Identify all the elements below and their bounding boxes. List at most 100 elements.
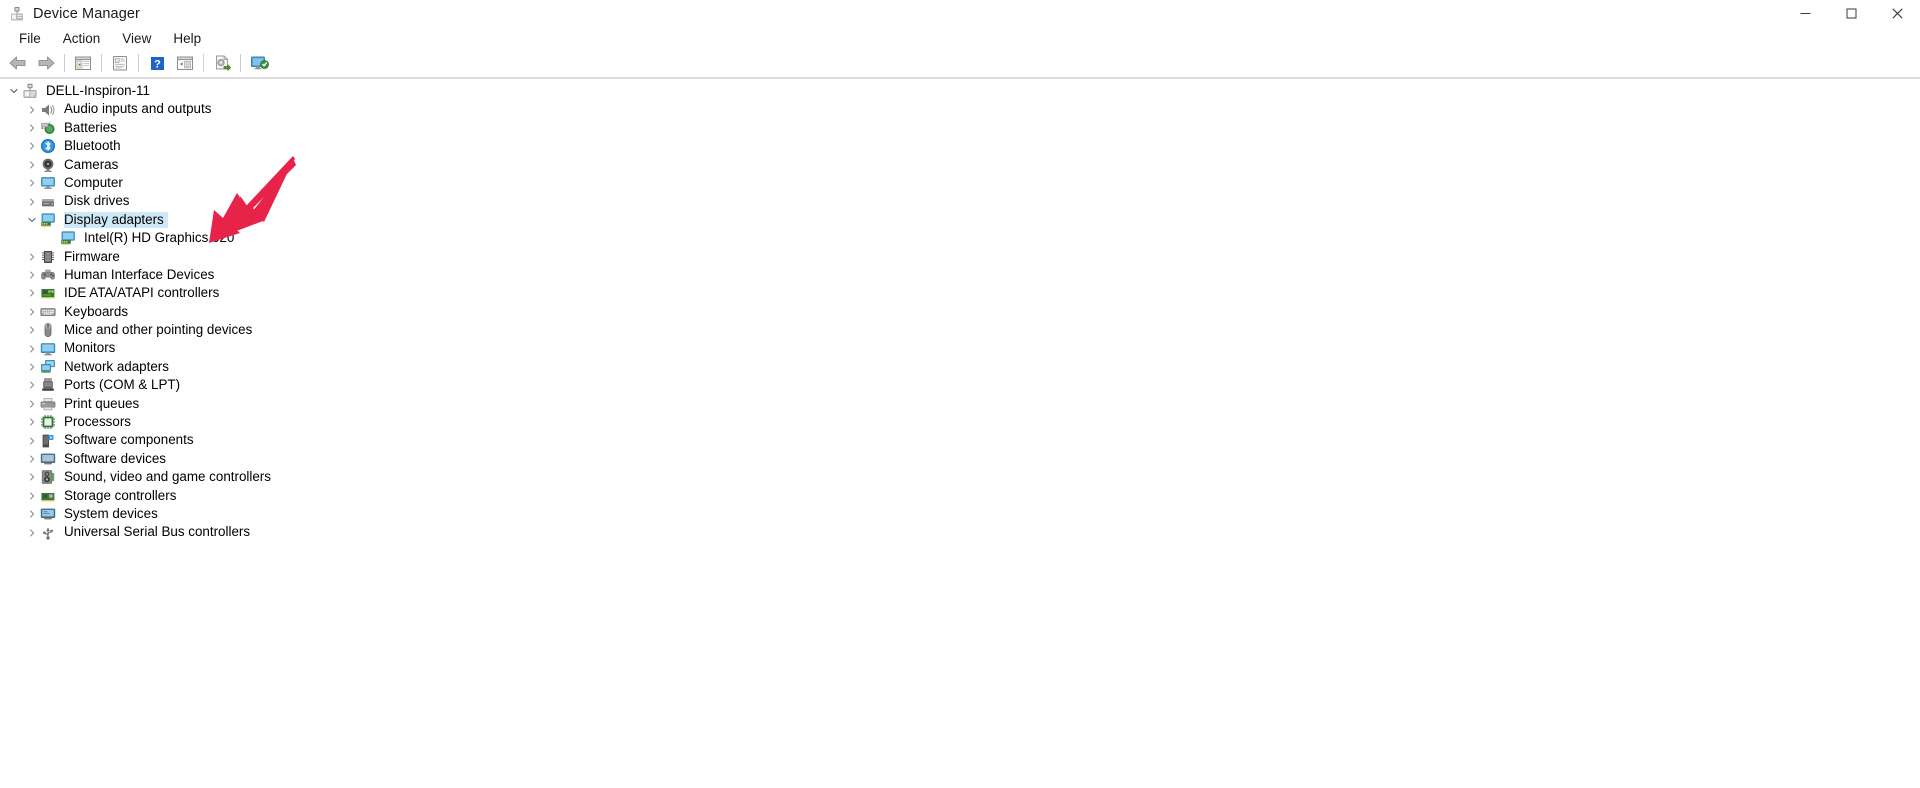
minimize-button[interactable]	[1782, 0, 1828, 27]
display-devices-button[interactable]	[245, 51, 273, 75]
tree-row-software-devices[interactable]: Software devices	[0, 450, 1920, 468]
tree-item-label: Print queues	[64, 395, 140, 411]
chevron-right-icon[interactable]	[24, 395, 40, 413]
chevron-right-icon[interactable]	[24, 413, 40, 431]
menu-bar: File Action View Help	[0, 27, 1920, 49]
display-adapter-icon	[40, 212, 56, 228]
chevron-right-icon[interactable]	[24, 303, 40, 321]
tree-item-label: Keyboards	[64, 303, 129, 319]
tree-row-software-components[interactable]: Software components	[0, 431, 1920, 449]
tree-row-firmware[interactable]: Firmware	[0, 248, 1920, 266]
tree-row-ide-ata-atapi-controllers[interactable]: IDE ATA/ATAPI controllers	[0, 284, 1920, 302]
title-bar: Device Manager	[0, 0, 1920, 27]
chevron-right-icon[interactable]	[24, 340, 40, 358]
tree-label-wrap: Computer	[64, 175, 127, 191]
tree-row-computer[interactable]: Computer	[0, 174, 1920, 192]
tree-label-wrap: Network adapters	[64, 359, 173, 375]
toolbar-separator	[138, 54, 139, 72]
computer-icon	[40, 175, 56, 191]
chevron-right-icon[interactable]	[24, 468, 40, 486]
properties-button[interactable]	[106, 51, 134, 75]
tree-label-wrap: Monitors	[64, 340, 119, 356]
network-adapter-icon	[40, 359, 56, 375]
toolbar: ?	[0, 49, 1920, 78]
chevron-right-icon[interactable]	[24, 248, 40, 266]
tree-row-display-adapters[interactable]: Display adapters	[0, 211, 1920, 229]
back-button[interactable]	[4, 51, 32, 75]
tree-item-label: Ports (COM & LPT)	[64, 377, 181, 393]
scan-changes-icon	[176, 55, 194, 72]
tree-item-label: Bluetooth	[64, 138, 121, 154]
scan-hardware-changes-button[interactable]	[171, 51, 199, 75]
svg-text:?: ?	[154, 58, 161, 70]
tree-row-print-queues[interactable]: Print queues	[0, 395, 1920, 413]
properties-icon	[111, 55, 129, 72]
toolbar-separator	[240, 54, 241, 72]
software-component-icon	[40, 433, 56, 449]
menu-action[interactable]: Action	[52, 29, 112, 48]
tree-row-monitors[interactable]: Monitors	[0, 339, 1920, 357]
display-monitor-icon	[250, 55, 269, 72]
tree-row-mice-and-other-pointing-devices[interactable]: Mice and other pointing devices	[0, 321, 1920, 339]
tree-row-batteries[interactable]: Batteries	[0, 119, 1920, 137]
chevron-right-icon[interactable]	[24, 321, 40, 339]
menu-view[interactable]: View	[111, 29, 162, 48]
processor-icon	[40, 414, 56, 430]
tree-row-sound-video-and-game-controllers[interactable]: Sound, video and game controllers	[0, 468, 1920, 486]
caption-buttons	[1782, 0, 1920, 27]
chevron-down-icon[interactable]	[24, 211, 40, 229]
chevron-right-icon[interactable]	[24, 119, 40, 137]
menu-help[interactable]: Help	[162, 29, 212, 48]
tree-row-root[interactable]: DELL-Inspiron-11	[0, 82, 1920, 100]
help-button[interactable]: ?	[143, 51, 171, 75]
tree-label-wrap: Sound, video and game controllers	[64, 469, 275, 485]
tree-label-wrap: System devices	[64, 506, 162, 522]
forward-arrow-icon	[36, 54, 56, 72]
tree-row-bluetooth[interactable]: Bluetooth	[0, 137, 1920, 155]
update-driver-button[interactable]	[208, 51, 236, 75]
tree-item-label: Batteries	[64, 119, 117, 135]
tree-item-label: IDE ATA/ATAPI controllers	[64, 285, 220, 301]
tree-row-storage-controllers[interactable]: Storage controllers	[0, 487, 1920, 505]
tree-row-human-interface-devices[interactable]: Human Interface Devices	[0, 266, 1920, 284]
close-button[interactable]	[1874, 0, 1920, 27]
tree-row-audio-inputs-and-outputs[interactable]: Audio inputs and outputs	[0, 100, 1920, 118]
chevron-right-icon[interactable]	[24, 524, 40, 542]
chevron-right-icon[interactable]	[24, 487, 40, 505]
update-driver-icon	[213, 54, 232, 72]
menu-file[interactable]: File	[8, 29, 52, 48]
tree-row-ports-com-and-lpt[interactable]: Ports (COM & LPT)	[0, 376, 1920, 394]
tree-row-system-devices[interactable]: System devices	[0, 505, 1920, 523]
tree-row-processors[interactable]: Processors	[0, 413, 1920, 431]
chevron-right-icon[interactable]	[24, 505, 40, 523]
chevron-right-icon[interactable]	[24, 137, 40, 155]
tree-row-universal-serial-bus-controllers[interactable]: Universal Serial Bus controllers	[0, 523, 1920, 541]
forward-button[interactable]	[32, 51, 60, 75]
tree-item-label: Computer	[64, 174, 123, 190]
tree-row-cameras[interactable]: Cameras	[0, 156, 1920, 174]
chevron-right-icon[interactable]	[24, 432, 40, 450]
chevron-right-icon[interactable]	[24, 101, 40, 119]
chevron-right-icon[interactable]	[24, 358, 40, 376]
tree-row-keyboards[interactable]: Keyboards	[0, 303, 1920, 321]
computer-root-icon	[22, 83, 38, 99]
toolbar-separator	[64, 54, 65, 72]
device-tree[interactable]: DELL-Inspiron-11 Audio inputs and output…	[0, 78, 1920, 788]
tree-row-intel-hd-graphics-620[interactable]: Intel(R) HD Graphics 620	[0, 229, 1920, 247]
tree-label-wrap: Cameras	[64, 157, 122, 173]
chevron-right-icon[interactable]	[24, 450, 40, 468]
chevron-right-icon[interactable]	[24, 266, 40, 284]
tree-row-network-adapters[interactable]: Network adapters	[0, 358, 1920, 376]
chevron-right-icon[interactable]	[24, 193, 40, 211]
maximize-button[interactable]	[1828, 0, 1874, 27]
tree-item-label: Monitors	[64, 340, 116, 356]
tree-row-disk-drives[interactable]: Disk drives	[0, 192, 1920, 210]
tree-label-wrap: Universal Serial Bus controllers	[64, 524, 254, 540]
chevron-right-icon[interactable]	[24, 156, 40, 174]
show-hide-console-tree-button[interactable]	[69, 51, 97, 75]
tree-item-label: System devices	[64, 505, 158, 521]
chevron-right-icon[interactable]	[24, 284, 40, 302]
chevron-down-icon[interactable]	[6, 82, 22, 100]
chevron-right-icon[interactable]	[24, 174, 40, 192]
chevron-right-icon[interactable]	[24, 376, 40, 394]
